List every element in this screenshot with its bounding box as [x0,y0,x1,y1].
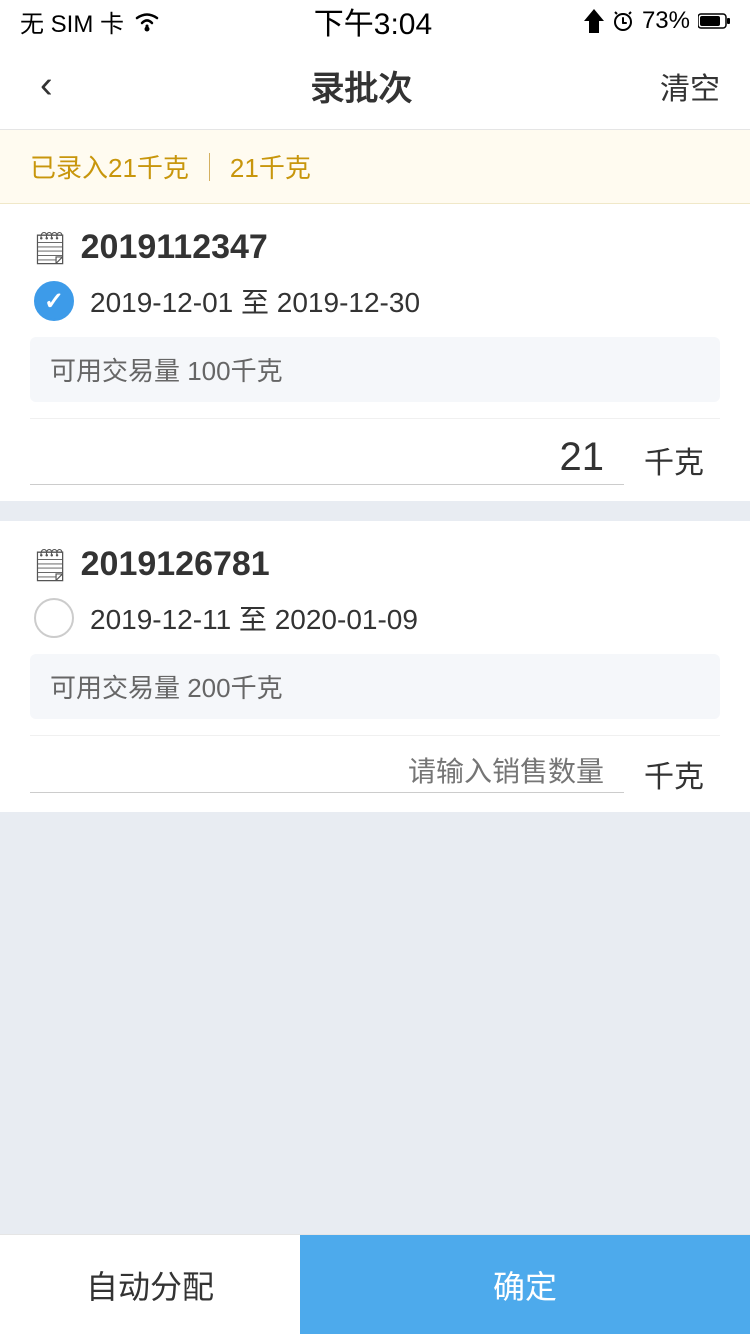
battery-percentage: 73% [642,7,690,35]
batch-2-unit: 千克 [644,752,720,796]
batch-1-date-row: 2019-12-01 至 2019-12-30 [30,281,720,321]
page-title: 录批次 [310,61,412,110]
section-divider-1 [0,501,750,521]
status-right: 73% [584,7,730,35]
batch-1-section: 🗒 2019112347 2019-12-01 至 2019-12-30 可用交… [0,204,750,501]
batch-1-quantity-input[interactable] [504,435,604,480]
batch-1-date: 2019-12-01 至 2019-12-30 [90,281,420,321]
batch-1-quantity-underline [30,435,624,485]
batch-2-header: 🗒 2019126781 [30,545,720,584]
nav-bar: ‹ 录批次 清空 [0,42,750,130]
battery-icon [698,12,730,30]
batch-2-id: 2019126781 [81,545,270,584]
wifi-icon [132,10,162,32]
total-amount: 21千克 [230,148,311,185]
clear-button[interactable]: 清空 [660,64,720,108]
batch-2-radio[interactable] [34,598,74,638]
batch-2-stock: 可用交易量 200千克 [30,654,720,719]
status-left: 无 SIM 卡 [20,4,162,39]
content-area: 🗒 2019112347 2019-12-01 至 2019-12-30 可用交… [0,204,750,1334]
batch-2-quantity-input[interactable] [344,756,604,788]
back-button[interactable]: ‹ [30,54,63,117]
batch-1-radio[interactable] [34,281,74,321]
batch-1-doc-icon: 🗒 [30,229,71,267]
location-icon [584,9,604,33]
info-banner: 已录入21千克 21千克 [0,130,750,204]
batch-1-quantity-row: 千克 [30,418,720,501]
recorded-amount: 已录入21千克 [30,148,189,185]
banner-divider [209,153,210,181]
batch-2-doc-icon: 🗒 [30,546,71,584]
batch-2-date-row: 2019-12-11 至 2020-01-09 [30,598,720,638]
sim-label: 无 SIM 卡 [20,4,124,39]
batch-1-item: 🗒 2019112347 2019-12-01 至 2019-12-30 可用交… [0,204,750,501]
batch-2-section: 🗒 2019126781 2019-12-11 至 2020-01-09 可用交… [0,521,750,812]
batch-1-unit: 千克 [644,438,720,482]
status-time: 下午3:04 [314,0,432,43]
confirm-button[interactable]: 确定 [300,1235,750,1334]
status-bar: 无 SIM 卡 下午3:04 73% [0,0,750,42]
batch-2-quantity-row: 千克 [30,735,720,812]
bottom-buttons: 自动分配 确定 [0,1234,750,1334]
batch-1-id: 2019112347 [81,228,268,267]
alarm-icon [612,10,634,32]
batch-2-item: 🗒 2019126781 2019-12-11 至 2020-01-09 可用交… [0,521,750,812]
batch-1-header: 🗒 2019112347 [30,228,720,267]
batch-2-quantity-underline [30,756,624,793]
section-divider-2 [0,812,750,1212]
batch-1-stock: 可用交易量 100千克 [30,337,720,402]
auto-distribute-button[interactable]: 自动分配 [0,1235,300,1334]
batch-2-date: 2019-12-11 至 2020-01-09 [90,598,418,638]
